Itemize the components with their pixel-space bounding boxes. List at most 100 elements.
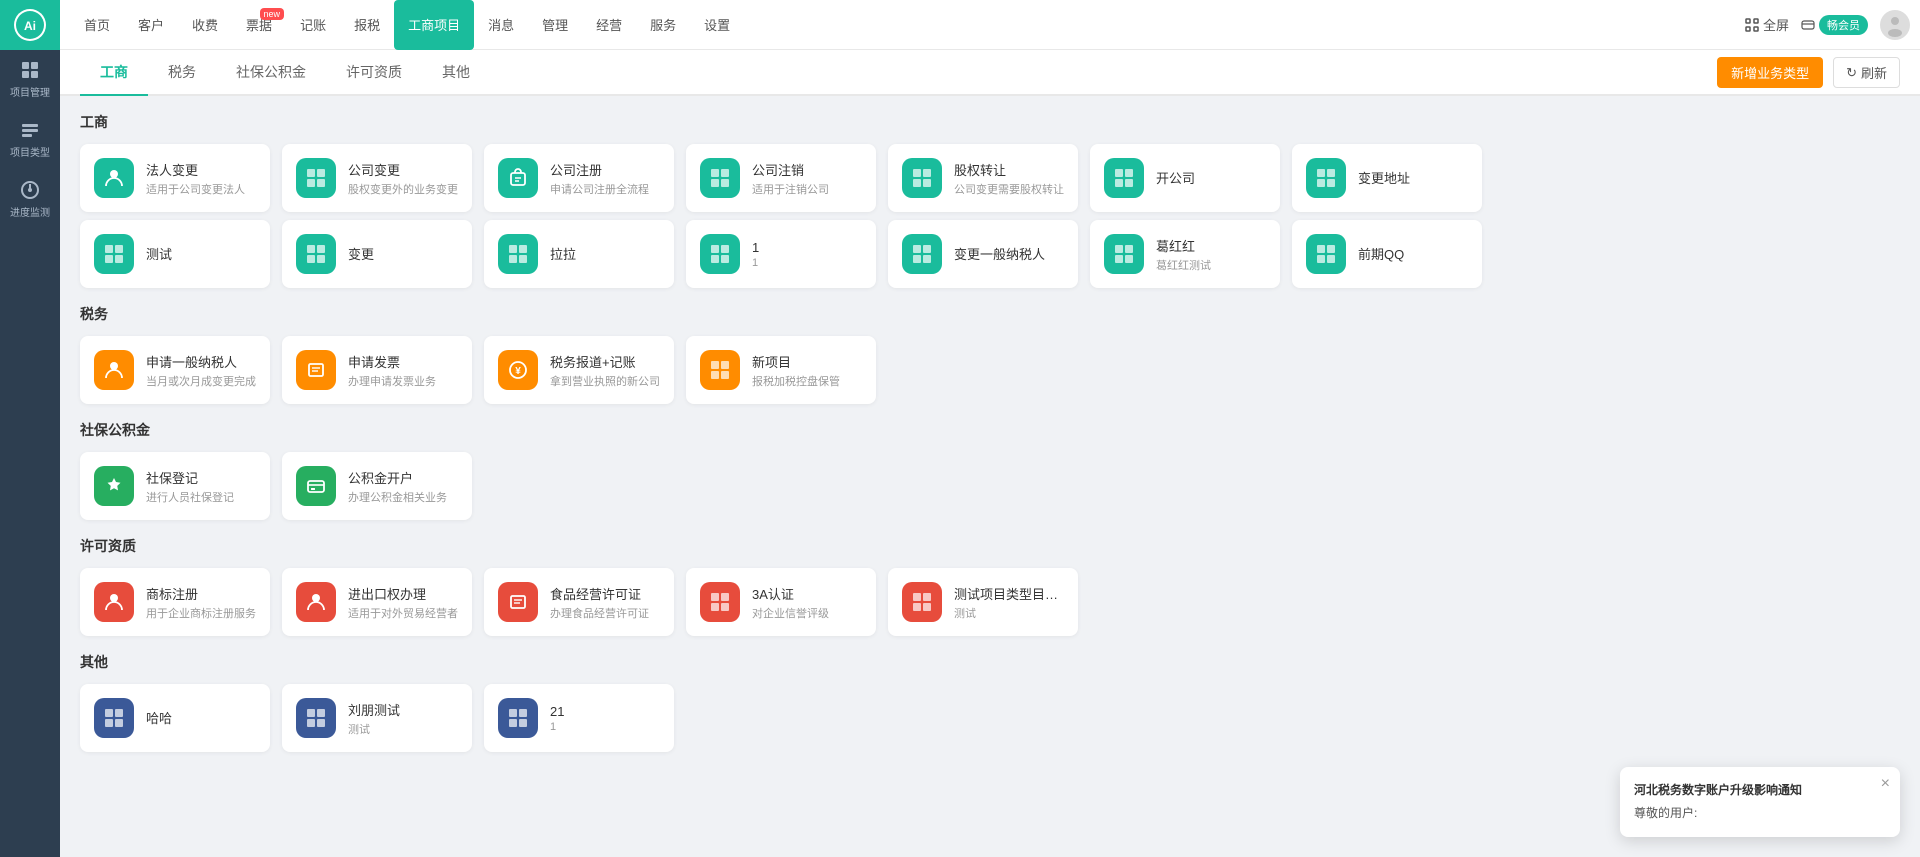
card-icon-apply-invoice xyxy=(296,350,336,390)
card-info-qqq: 前期QQ xyxy=(1358,244,1468,265)
card-name: 变更地址 xyxy=(1358,168,1468,187)
card-gehonghong[interactable]: 葛红红 葛红红测试 xyxy=(1090,220,1280,288)
card-liupeng[interactable]: 刘朋测试 测试 xyxy=(282,684,472,752)
card-icon-company-register xyxy=(498,158,538,198)
biz-card-grid: 法人变更 适用于公司变更法人 公司变更 股权变更外的业务变更 xyxy=(80,144,1900,212)
new-type-button[interactable]: 新增业务类型 xyxy=(1717,57,1823,88)
card-icon-change xyxy=(296,234,336,274)
card-name: 测试 xyxy=(146,244,256,263)
card-icon-equity xyxy=(902,158,942,198)
card-change-taxpayer[interactable]: 变更一般纳税人 xyxy=(888,220,1078,288)
card-icon-tax-bookkeeping: ¥ xyxy=(498,350,538,390)
nav-tax[interactable]: 报税 xyxy=(340,0,394,50)
sidebar-item-project-type[interactable]: 项目类型 xyxy=(0,110,60,170)
card-open-company[interactable]: 开公司 xyxy=(1090,144,1280,212)
card-trademark[interactable]: 商标注册 用于企业商标注册服务 xyxy=(80,568,270,636)
card-social-register[interactable]: 社保登记 进行人员社保登记 xyxy=(80,452,270,520)
sidebar-item-label: 项目类型 xyxy=(10,148,50,160)
card-info-liupeng: 刘朋测试 测试 xyxy=(348,700,458,737)
card-haha[interactable]: 哈哈 xyxy=(80,684,270,752)
sidebar-logo[interactable]: Ai xyxy=(0,0,60,50)
nav-message[interactable]: 消息 xyxy=(474,0,528,50)
nav-billing[interactable]: 收费 xyxy=(178,0,232,50)
nav-home[interactable]: 首页 xyxy=(70,0,124,50)
card-desc: 报税加税控盘保管 xyxy=(752,373,862,389)
card-info-import-export: 进出口权办理 适用于对外贸易经营者 xyxy=(348,584,458,621)
tab-permit[interactable]: 许可资质 xyxy=(326,50,422,96)
card-test-type[interactable]: 测试项目类型目定义 测试 xyxy=(888,568,1078,636)
card-icon-liupeng xyxy=(296,698,336,738)
card-info-company-register: 公司注册 申请公司注册全流程 xyxy=(550,160,660,197)
sidebar-item-project-mgmt[interactable]: 项目管理 xyxy=(0,50,60,110)
card-desc: 拿到营业执照的新公司 xyxy=(550,373,660,389)
card-icon-change-address xyxy=(1306,158,1346,198)
card-apply-taxpayer[interactable]: 申请一般纳税人 当月或次月成变更完成 xyxy=(80,336,270,404)
card-name: 哈哈 xyxy=(146,708,256,727)
tab-tax[interactable]: 税务 xyxy=(148,50,216,96)
card-change[interactable]: 变更 xyxy=(282,220,472,288)
card-test[interactable]: 测试 xyxy=(80,220,270,288)
card-company-cancel[interactable]: 公司注销 适用于注销公司 xyxy=(686,144,876,212)
card-import-export[interactable]: 进出口权办理 适用于对外贸易经营者 xyxy=(282,568,472,636)
card-new-project[interactable]: 新项目 报税加税控盘保管 xyxy=(686,336,876,404)
card-change-address[interactable]: 变更地址 xyxy=(1292,144,1482,212)
card-qqq[interactable]: 前期QQ xyxy=(1292,220,1482,288)
card-desc: 进行人员社保登记 xyxy=(146,489,256,505)
nav-ticket[interactable]: 票据 new xyxy=(232,0,286,50)
project-mgmt-icon xyxy=(20,60,40,85)
card-info-one: 1 1 xyxy=(752,240,862,269)
topnav: 首页 客户 收费 票据 new 记账 报税 工商项目 消息 管理 经营 服务 设… xyxy=(60,0,1920,50)
avatar[interactable] xyxy=(1880,10,1910,40)
fullscreen-btn[interactable]: 全屏 xyxy=(1745,15,1789,34)
card-name: 葛红红 xyxy=(1156,236,1266,255)
card-info-company-cancel: 公司注销 适用于注销公司 xyxy=(752,160,862,197)
card-icon-twenty-one xyxy=(498,698,538,738)
nav-badge-new: new xyxy=(260,8,285,20)
vip-btn[interactable]: 畅会员 xyxy=(1801,15,1868,35)
tab-bar: 工商 税务 社保公积金 许可资质 其他 新增业务类型 ↻ 刷新 xyxy=(60,50,1920,96)
tab-other[interactable]: 其他 xyxy=(422,50,490,96)
card-one[interactable]: 1 1 xyxy=(686,220,876,288)
sidebar-item-progress[interactable]: 进度监测 xyxy=(0,170,60,230)
card-desc: 1 xyxy=(752,257,862,269)
nav-service[interactable]: 服务 xyxy=(636,0,690,50)
card-tax-bookkeeping[interactable]: ¥ 税务报道+记账 拿到营业执照的新公司 xyxy=(484,336,674,404)
tab-social[interactable]: 社保公积金 xyxy=(216,50,326,96)
card-icon-fund-account xyxy=(296,466,336,506)
card-3a-cert[interactable]: 3A认证 对企业信誉评级 xyxy=(686,568,876,636)
progress-icon xyxy=(20,180,40,205)
card-icon-food-permit xyxy=(498,582,538,622)
page-content: 工商 法人变更 适用于公司变更法人 公司变更 xyxy=(60,96,1920,857)
card-icon-test-type xyxy=(902,582,942,622)
card-lala[interactable]: 拉拉 xyxy=(484,220,674,288)
refresh-button[interactable]: ↻ 刷新 xyxy=(1833,57,1900,88)
card-food-permit[interactable]: 食品经营许可证 办理食品经营许可证 xyxy=(484,568,674,636)
card-info-apply-invoice: 申请发票 办理申请发票业务 xyxy=(348,352,458,389)
tab-biz[interactable]: 工商 xyxy=(80,50,148,96)
nav-management[interactable]: 管理 xyxy=(528,0,582,50)
card-info-twenty-one: 21 1 xyxy=(550,704,660,733)
card-desc: 办理申请发票业务 xyxy=(348,373,458,389)
svg-text:¥: ¥ xyxy=(515,366,521,377)
nav-accounting[interactable]: 记账 xyxy=(286,0,340,50)
nav-bizproject[interactable]: 工商项目 xyxy=(394,0,474,50)
project-type-icon xyxy=(20,120,40,145)
card-info-social-register: 社保登记 进行人员社保登记 xyxy=(146,468,256,505)
notification-close-button[interactable]: × xyxy=(1881,775,1890,793)
card-company-register[interactable]: 公司注册 申请公司注册全流程 xyxy=(484,144,674,212)
card-fund-account[interactable]: 公积金开户 办理公积金相关业务 xyxy=(282,452,472,520)
card-legal-change[interactable]: 法人变更 适用于公司变更法人 xyxy=(80,144,270,212)
card-twenty-one[interactable]: 21 1 xyxy=(484,684,674,752)
notification-panel: × 河北税务数字账户升级影响通知 尊敬的用户: xyxy=(1620,767,1900,837)
card-equity-transfer[interactable]: 股权转让 公司变更需要股权转让 xyxy=(888,144,1078,212)
card-desc: 葛红红测试 xyxy=(1156,257,1266,273)
card-name: 前期QQ xyxy=(1358,244,1468,263)
nav-settings[interactable]: 设置 xyxy=(690,0,744,50)
card-icon-apply-taxpayer xyxy=(94,350,134,390)
nav-operation[interactable]: 经营 xyxy=(582,0,636,50)
nav-client[interactable]: 客户 xyxy=(124,0,178,50)
card-apply-invoice[interactable]: 申请发票 办理申请发票业务 xyxy=(282,336,472,404)
card-company-change[interactable]: 公司变更 股权变更外的业务变更 xyxy=(282,144,472,212)
card-desc: 办理食品经营许可证 xyxy=(550,605,660,621)
card-name: 21 xyxy=(550,704,660,719)
